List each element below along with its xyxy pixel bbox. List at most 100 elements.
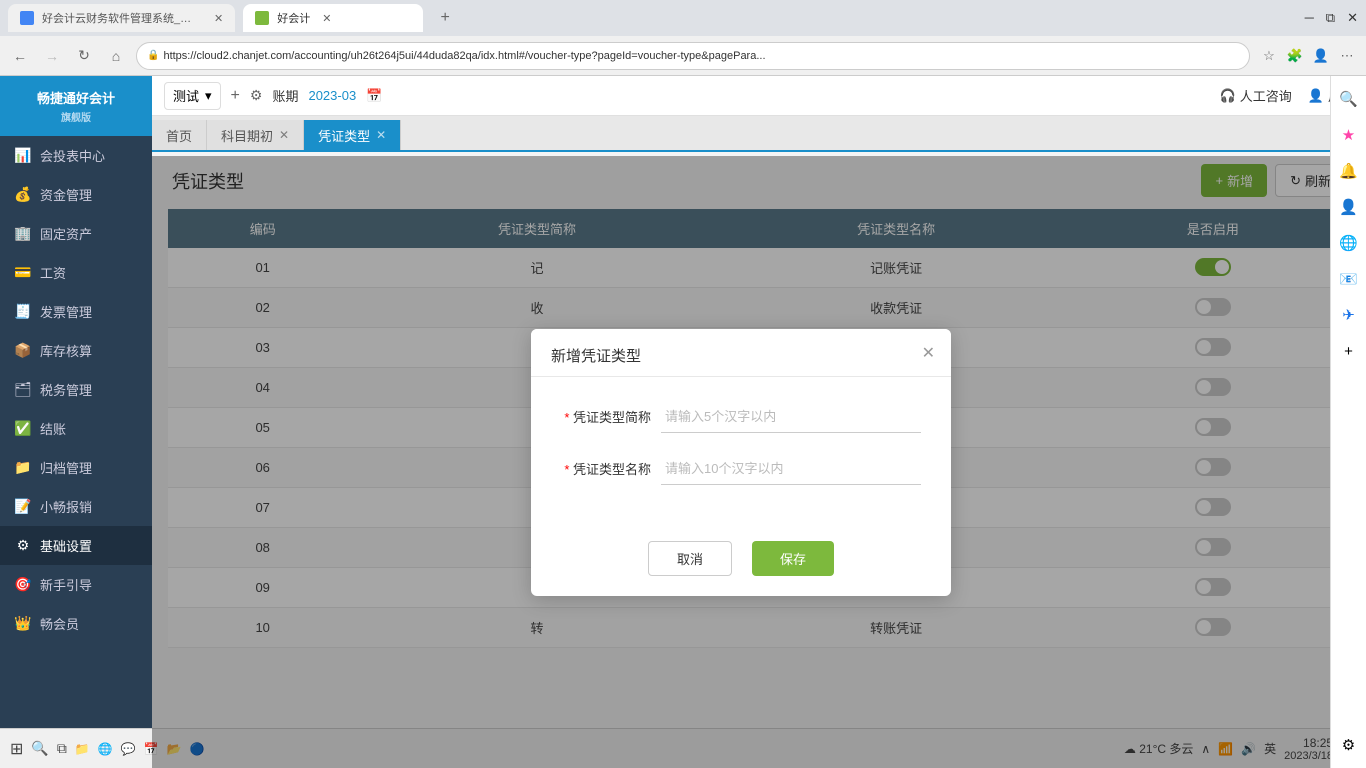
tab2-close[interactable]: ✕ [322,12,331,25]
consult-label: 人工咨询 [1240,86,1292,105]
tab-kemu-label: 科目期初 [221,126,273,145]
sidebar-item-zijin[interactable]: 💰 资金管理 [0,175,152,214]
sidebar-item-label: 新手引导 [40,575,92,594]
sidebar-item-label: 归档管理 [40,458,92,477]
refresh-button[interactable]: ↻ [72,44,96,68]
back-button[interactable]: ← [8,44,32,68]
sidebar-item-jiezhang[interactable]: ✅ 结账 [0,409,152,448]
wechat-icon[interactable]: 💬 [121,742,136,756]
tab-kemu[interactable]: 科目期初 ✕ [207,120,304,150]
consult-button[interactable]: 🎧 人工咨询 [1220,86,1292,105]
logo-sub: 旗舰版 [61,109,91,124]
tab-bar: 首页 科目期初 ✕ 凭证类型 ✕ ✕ ⤡ [152,116,1366,152]
window-controls: ─ ⧉ ✕ [1305,10,1358,26]
sidebar-item-jichu[interactable]: ⚙ 基础设置 [0,526,152,565]
sidebar-item-guidang[interactable]: 📁 归档管理 [0,448,152,487]
sidebar-item-shuiwu[interactable]: 🗂 税务管理 [0,370,152,409]
browser-titlebar: 好会计云财务软件管理系统_会计 ✕ 好会计 ✕ + ─ ⧉ ✕ [0,0,1366,36]
sidebar-item-huiyuan[interactable]: 👑 畅会员 [0,604,152,643]
lock-icon: 🔒 [147,50,159,61]
search-taskbar-icon[interactable]: 🔍 [31,740,48,757]
sidebar-item-label: 会投表中心 [40,146,105,165]
sidebar-item-label: 库存核算 [40,341,92,360]
right-outlook-icon[interactable]: 📧 [1334,264,1364,294]
xiaopao-icon: 📝 [14,498,32,516]
right-add-icon[interactable]: + [1334,336,1364,366]
tab-homepage[interactable]: 首页 [152,120,207,150]
tab2-label: 好会计 [277,10,310,26]
sidebar-item-label: 工资 [40,263,66,282]
sidebar-item-gongzi[interactable]: 💳 工资 [0,253,152,292]
tab1-close[interactable]: ✕ [214,12,223,25]
tab-pingzheng[interactable]: 凭证类型 ✕ [304,120,401,150]
settings-icon[interactable]: ⋯ [1336,45,1358,67]
touzi-icon: 📊 [14,147,32,165]
name-label: * 凭证类型名称 [561,459,651,478]
taskview-icon[interactable]: ⧉ [57,740,67,757]
logo-title: 畅捷通好会计 [37,88,115,107]
name-input[interactable] [661,453,921,485]
short-required: * [564,410,569,425]
modal-close-icon[interactable]: ✕ [922,343,935,363]
browser-tab-2[interactable]: 好会计 ✕ [243,4,423,32]
extensions-icon[interactable]: 🧩 [1284,45,1306,67]
right-star-icon[interactable]: ★ [1334,120,1364,150]
browser-addressbar: ← → ↻ ⌂ 🔒 https://cloud2.chanjet.com/acc… [0,36,1366,76]
short-input[interactable] [661,401,921,433]
sidebar: 畅捷通好会计 旗舰版 📊 会投表中心 💰 资金管理 🏢 固定资产 💳 工资 🧾 … [0,76,152,768]
minimize-button[interactable]: ─ [1305,10,1314,26]
sidebar-item-fapiao[interactable]: 🧾 发票管理 [0,292,152,331]
modal-overlay: 新增凭证类型 ✕ * 凭证类型简称 * 凭证类型名称 [152,156,1330,768]
kucun-icon: 📦 [14,342,32,360]
account-icon[interactable]: 👤 [1310,45,1332,67]
add-company-icon[interactable]: + [231,87,240,105]
sidebar-item-gudingzichan[interactable]: 🏢 固定资产 [0,214,152,253]
sidebar-item-kucun[interactable]: 📦 库存核算 [0,331,152,370]
address-text: https://cloud2.chanjet.com/accounting/uh… [163,50,765,62]
short-label: * 凭证类型简称 [561,407,651,426]
calendar-icon[interactable]: 📅 [366,88,382,104]
forward-button[interactable]: → [40,44,64,68]
right-bell-icon[interactable]: 🔔 [1334,156,1364,186]
chrome-icon[interactable]: 🌐 [98,742,113,756]
gudingzichan-icon: 🏢 [14,225,32,243]
sidebar-item-xiaopao[interactable]: 📝 小畅报销 [0,487,152,526]
tab-pingzheng-close[interactable]: ✕ [376,128,386,142]
cancel-button[interactable]: 取消 [648,541,732,576]
right-settings-icon[interactable]: ⚙ [1334,730,1364,760]
right-feishu-icon[interactable]: ✈ [1334,300,1364,330]
sidebar-item-xinshou[interactable]: 🎯 新手引导 [0,565,152,604]
modal-header: 新增凭证类型 ✕ [531,329,951,377]
save-button[interactable]: 保存 [752,541,834,576]
add-voucher-type-modal: 新增凭证类型 ✕ * 凭证类型简称 * 凭证类型名称 [531,329,951,596]
consult-icon: 🎧 [1220,88,1236,104]
start-button[interactable]: ⊞ [10,739,23,759]
app-topbar: 测试 ▾ + ⚙ 账期 2023-03 📅 🎧 人工咨询 👤 用友 [152,76,1366,116]
file-explorer-icon[interactable]: 📁 [75,742,90,756]
name-form-row: * 凭证类型名称 [561,453,921,485]
new-tab-button[interactable]: + [431,4,459,32]
company-name: 测试 [173,86,199,105]
right-search-icon[interactable]: 🔍 [1334,84,1364,114]
zijin-icon: 💰 [14,186,32,204]
user-avatar-icon: 👤 [1308,88,1324,104]
tab-pingzheng-label: 凭证类型 [318,126,370,145]
close-button[interactable]: ✕ [1347,10,1358,26]
short-form-row: * 凭证类型简称 [561,401,921,433]
restore-button[interactable]: ⧉ [1326,10,1335,26]
sidebar-logo: 畅捷通好会计 旗舰版 [0,76,152,136]
home-button[interactable]: ⌂ [104,44,128,68]
favorites-icon[interactable]: ☆ [1258,45,1280,67]
sidebar-item-label: 小畅报销 [40,497,92,516]
modal-body: * 凭证类型简称 * 凭证类型名称 [531,377,951,529]
tab-kemu-close[interactable]: ✕ [279,128,289,142]
sidebar-item-touzi[interactable]: 📊 会投表中心 [0,136,152,175]
fapiao-icon: 🧾 [14,303,32,321]
address-bar[interactable]: 🔒 https://cloud2.chanjet.com/accounting/… [136,42,1250,70]
company-selector[interactable]: 测试 ▾ [164,82,221,110]
right-web-icon[interactable]: 🌐 [1334,228,1364,258]
browser-tab-1[interactable]: 好会计云财务软件管理系统_会计 ✕ [8,4,235,32]
settings-gear-icon[interactable]: ⚙ [250,87,263,104]
right-user-icon[interactable]: 👤 [1334,192,1364,222]
sidebar-item-label: 畅会员 [40,614,79,633]
